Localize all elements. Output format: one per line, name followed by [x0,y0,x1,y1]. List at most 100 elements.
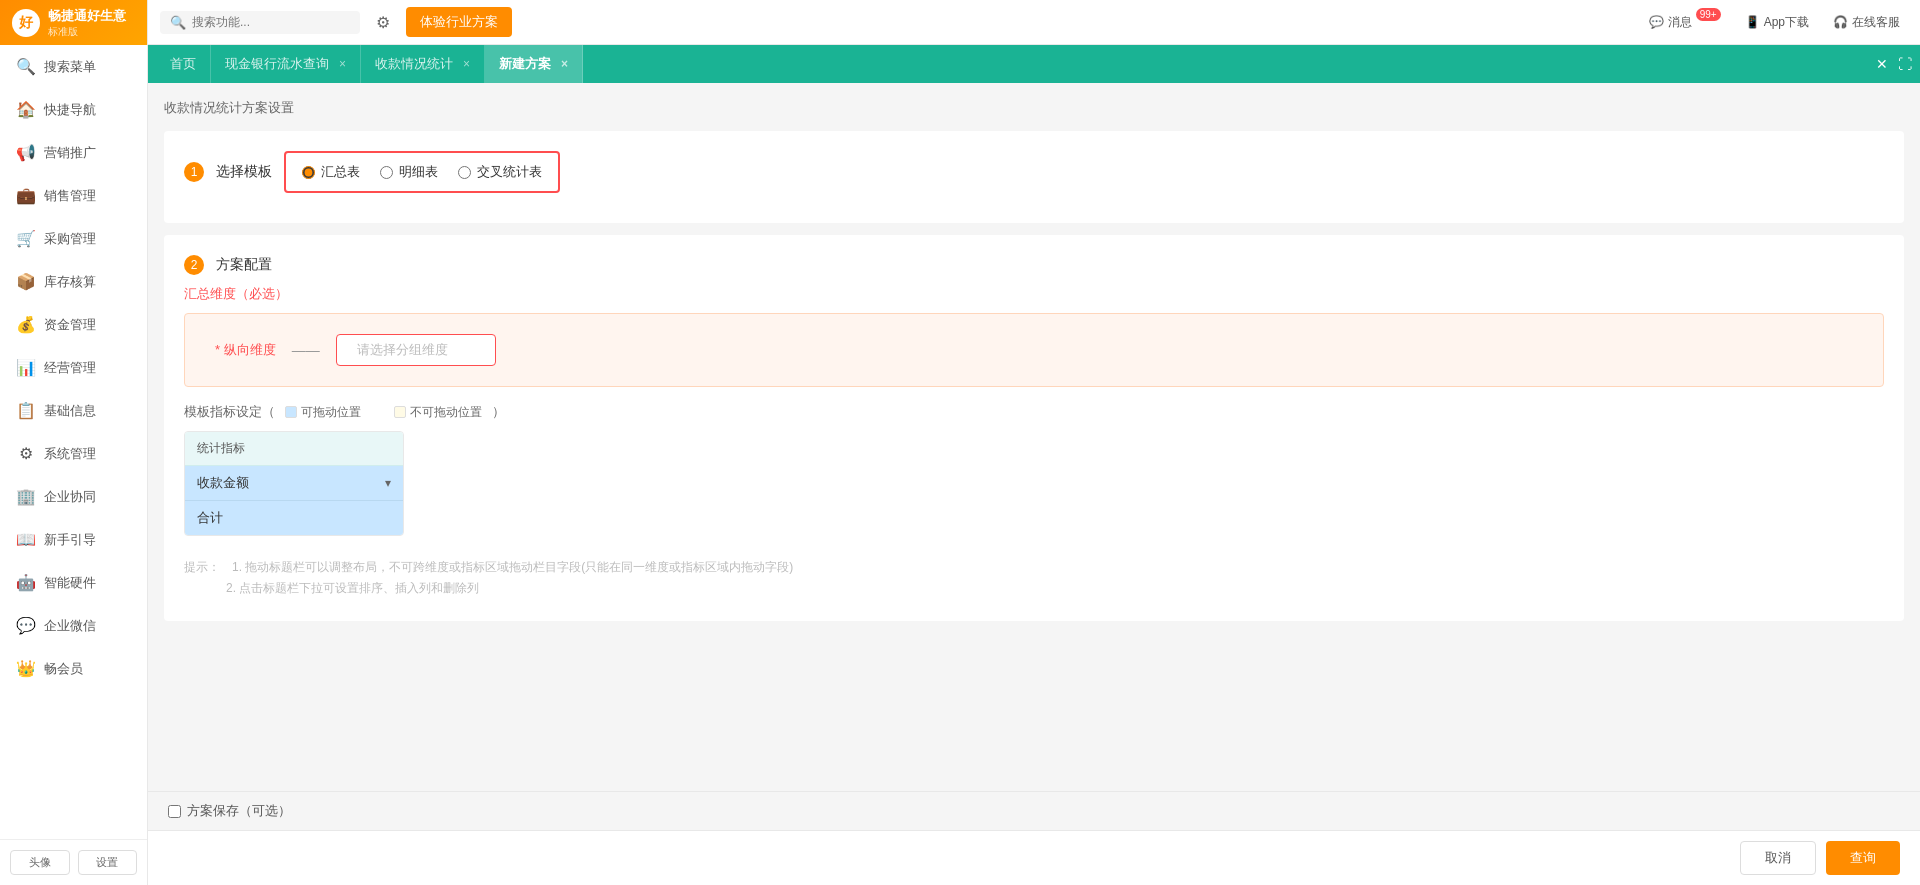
tab-home[interactable]: 首页 [156,45,211,83]
radio-detail-label: 明细表 [399,163,438,181]
sidebar-item-7[interactable]: 📊经营管理 [0,346,147,389]
sidebar-icon-8: 📋 [16,401,36,420]
sidebar-item-12[interactable]: 🤖 智能硬件 [0,561,147,604]
search-bar[interactable]: 🔍 [160,11,360,34]
sidebar-item-9[interactable]: ⚙系统管理 [0,432,147,475]
industry-btn[interactable]: 体验行业方案 [406,7,512,37]
sidebar-icon-0: 🔍 [16,57,36,76]
sidebar-icon-10: 🏢 [16,487,36,506]
search-input[interactable] [192,15,342,29]
tab-receipt-stats-close[interactable]: × [463,57,470,71]
download-label: App下载 [1764,14,1809,31]
dim-placeholder[interactable]: 请选择分组维度 [336,334,496,366]
tab-new-plan-close[interactable]: × [561,57,568,71]
sidebar-label-3: 销售管理 [44,187,96,205]
template-radio-group: 汇总表 明细表 交叉统计表 [302,163,542,181]
tab-cash-flow-close[interactable]: × [339,57,346,71]
message-btn[interactable]: 💬 消息 99+ [1641,10,1729,35]
draggable-label: 可拖动位置 [301,404,361,421]
query-button[interactable]: 查询 [1826,841,1900,875]
sidebar-label-12: 智能硬件 [44,574,96,592]
sidebar-label-11: 新手引导 [44,531,96,549]
sidebar-item-8[interactable]: 📋 基础信息 [0,389,147,432]
sidebar-item-3[interactable]: 💼 销售管理 [0,174,147,217]
sidebar-icon-11: 📖 [16,530,36,549]
legend-draggable: 可拖动位置 [285,404,361,421]
sidebar-label-2: 营销推广 [44,144,96,162]
tab-new-plan-label: 新建方案 [499,55,551,73]
service-btn[interactable]: 🎧 在线客服 [1825,10,1908,35]
tab-receipt-stats-label: 收款情况统计 [375,55,453,73]
tab-maximize-icon[interactable]: ⛶ [1898,56,1912,72]
sidebar-label-0: 搜索菜单 [44,58,96,76]
sidebar-item-14[interactable]: 👑畅会员 [0,647,147,690]
sidebar-icon-4: 🛒 [16,229,36,248]
template-selection-box: 汇总表 明细表 交叉统计表 [284,151,560,193]
download-btn[interactable]: 📱 App下载 [1737,10,1817,35]
indicator-cell-label: 收款金额 [197,474,249,492]
indicator-label-text: 模板指标设定（ [184,403,275,421]
radio-cross-input[interactable] [458,166,471,179]
service-label: 在线客服 [1852,14,1900,31]
save-option[interactable]: 方案保存（可选） [168,802,291,820]
tab-receipt-stats[interactable]: 收款情况统计 × [361,45,485,83]
tab-close-all-icon[interactable]: ✕ [1876,56,1888,72]
radio-summary[interactable]: 汇总表 [302,163,360,181]
tab-bar: 首页 现金银行流水查询 × 收款情况统计 × 新建方案 × ✕ ⛶ [148,45,1920,83]
sidebar-item-10[interactable]: 🏢企业协同 [0,475,147,518]
dimension-area: * 纵向维度 —— 请选择分组维度 [184,313,1884,387]
tip-2: 2. 点击标题栏下拉可设置排序、插入列和删除列 [184,580,1884,597]
radio-detail[interactable]: 明细表 [380,163,438,181]
sidebar-icon-1: 🏠 [16,100,36,119]
main-content: 🔍 ⚙ 体验行业方案 💬 消息 99+ 📱 App下载 🎧 在线客服 首页 [148,0,1920,885]
sidebar-bottom: 头像 设置 [0,839,147,885]
tab-new-plan[interactable]: 新建方案 × [485,45,583,83]
tips-area: 提示： 1. 拖动标题栏可以调整布局，不可跨维度或指标区域拖动栏目字段(只能在同… [184,559,1884,597]
tab-cash-flow[interactable]: 现金银行流水查询 × [211,45,361,83]
sidebar-label-5: 库存核算 [44,273,96,291]
gear-icon[interactable]: ⚙ [376,13,390,32]
sidebar-item-11[interactable]: 📖 新手引导 [0,518,147,561]
sidebar-item-0[interactable]: 🔍 搜索菜单 [0,45,147,88]
indicator-close-paren: ） [492,403,505,421]
sidebar-icon-14: 👑 [16,659,36,678]
step2-label: 方案配置 [216,256,272,274]
radio-summary-input[interactable] [302,166,315,179]
sidebar-item-6[interactable]: 💰资金管理 [0,303,147,346]
draggable-dot [285,406,297,418]
sidebar-label-8: 基础信息 [44,402,96,420]
sidebar-item-13[interactable]: 💬企业微信 [0,604,147,647]
page-content: 收款情况统计方案设置 1 选择模板 汇总表 明细表 [148,83,1920,791]
sidebar-item-5[interactable]: 📦库存核算 [0,260,147,303]
cancel-button[interactable]: 取消 [1740,841,1816,875]
indicator-settings-label: 模板指标设定（ 可拖动位置 不可拖动位置 ） [184,403,1884,421]
logo-icon: 好 [12,9,40,37]
radio-detail-input[interactable] [380,166,393,179]
indicator-legend-sep [371,403,384,421]
bottom-bar: 方案保存（可选） [148,791,1920,830]
dim-arrow: —— [292,342,320,358]
indicator-dropdown-icon[interactable]: ▾ [385,476,391,490]
step1-row: 1 选择模板 汇总表 明细表 交叉统计表 [184,151,1884,193]
tip-1: 提示： 1. 拖动标题栏可以调整布局，不可跨维度或指标区域拖动栏目字段(只能在同… [184,559,1884,576]
sidebar-label-9: 系统管理 [44,445,96,463]
sidebar-bottom-btn-1[interactable]: 头像 [10,850,70,875]
sidebar-icon-3: 💼 [16,186,36,205]
indicator-table-footer: 合计 [185,501,403,535]
sidebar-label-4: 采购管理 [44,230,96,248]
message-icon: 💬 [1649,15,1664,29]
app-edition: 标准版 [48,25,126,39]
step2-row: 2 方案配置 [184,255,1884,275]
sidebar-bottom-btn-2[interactable]: 设置 [78,850,138,875]
page-title: 收款情况统计方案设置 [164,99,1904,117]
sidebar-item-2[interactable]: 📢 营销推广 [0,131,147,174]
radio-cross[interactable]: 交叉统计表 [458,163,542,181]
sidebar-icon-12: 🤖 [16,573,36,592]
sidebar-item-4[interactable]: 🛒 采购管理 [0,217,147,260]
sidebar-icon-2: 📢 [16,143,36,162]
indicator-table-cell[interactable]: 收款金额 ▾ [185,466,403,501]
dim-row-label: * 纵向维度 [215,341,276,359]
sidebar-item-1[interactable]: 🏠快捷导航 [0,88,147,131]
tab-actions: ✕ ⛶ [1876,56,1912,72]
save-checkbox[interactable] [168,805,181,818]
